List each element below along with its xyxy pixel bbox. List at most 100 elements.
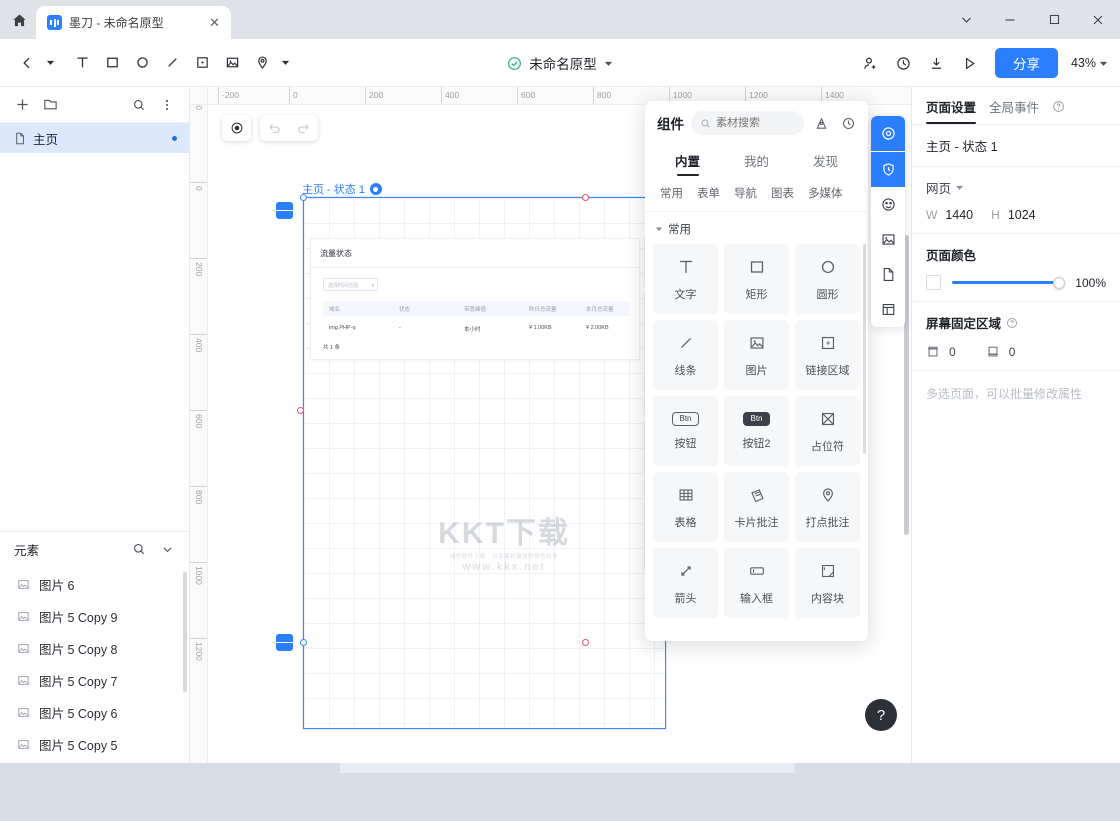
chevron-down-icon[interactable] bbox=[155, 537, 179, 561]
artboard[interactable]: 流量状态 选择时间范围 ▾ 域名 状态 带宽峰值 昨日总流量 本月总流量 img… bbox=[303, 197, 704, 729]
rail-image-icon[interactable] bbox=[871, 222, 905, 257]
component-table[interactable]: 表格 bbox=[653, 472, 718, 542]
undo-icon[interactable] bbox=[260, 115, 289, 141]
artboard-handle-bottom-left[interactable] bbox=[276, 634, 294, 651]
minimize-button[interactable] bbox=[988, 0, 1032, 39]
subtab-nav[interactable]: 导航 bbox=[729, 182, 762, 204]
artboard-label[interactable]: 主页 - 状态 1 bbox=[302, 181, 382, 197]
text-tool[interactable] bbox=[67, 48, 97, 78]
focus-target-icon[interactable] bbox=[222, 115, 251, 141]
sidebar-page-item-home[interactable]: 主页 bbox=[0, 123, 189, 153]
share-button[interactable]: 分享 bbox=[994, 48, 1058, 78]
tab-discover[interactable]: 发现 bbox=[791, 145, 860, 178]
list-item[interactable]: 图片 6 bbox=[0, 568, 189, 600]
subtab-common[interactable]: 常用 bbox=[655, 182, 688, 204]
components-scrollbar[interactable] bbox=[863, 244, 866, 454]
list-item[interactable]: 图片 5 Copy 6 bbox=[0, 696, 189, 728]
chevron-down-icon[interactable] bbox=[604, 59, 613, 68]
marker-tool[interactable] bbox=[247, 48, 277, 78]
marker-dropdown-chevron-down-icon[interactable] bbox=[277, 48, 294, 78]
slider-knob[interactable] bbox=[1053, 276, 1065, 289]
component-arrow[interactable]: 箭头 bbox=[653, 548, 718, 618]
subtab-chart[interactable]: 图表 bbox=[766, 182, 799, 204]
artboard-handle-top-left[interactable] bbox=[276, 202, 294, 219]
help-button[interactable]: ? bbox=[865, 699, 897, 731]
browser-tab[interactable]: 墨刀 - 未命名原型 ✕ bbox=[36, 6, 231, 39]
search-pages-icon[interactable] bbox=[127, 93, 151, 117]
invite-member-icon[interactable] bbox=[856, 48, 886, 78]
component-line[interactable]: 线条 bbox=[653, 320, 718, 390]
rail-interaction-icon[interactable] bbox=[871, 116, 905, 151]
rail-layout-icon[interactable] bbox=[871, 292, 905, 327]
resize-handle-sw[interactable] bbox=[300, 639, 307, 646]
page-more-icon[interactable] bbox=[155, 93, 179, 117]
device-type-select[interactable]: 网页 bbox=[926, 178, 1106, 197]
subtab-form[interactable]: 表单 bbox=[692, 182, 725, 204]
subtab-media[interactable]: 多媒体 bbox=[803, 182, 848, 204]
chevron-down-icon[interactable] bbox=[42, 48, 59, 78]
question-circle-icon[interactable] bbox=[1006, 317, 1018, 329]
redo-icon[interactable] bbox=[289, 115, 318, 141]
search-icon[interactable] bbox=[127, 537, 151, 561]
rectangle-tool[interactable] bbox=[97, 48, 127, 78]
tab-page-settings[interactable]: 页面设置 bbox=[926, 97, 977, 124]
preview-icon[interactable] bbox=[955, 48, 985, 78]
fixed-bottom-field[interactable]: 0 bbox=[986, 344, 1015, 359]
recent-component-icon[interactable] bbox=[838, 113, 858, 133]
resize-handle-nw[interactable] bbox=[300, 194, 307, 201]
component-image[interactable]: 图片 bbox=[724, 320, 789, 390]
zoom-control[interactable]: 43% bbox=[1071, 56, 1108, 70]
maximize-button[interactable] bbox=[1032, 0, 1076, 39]
width-field[interactable]: W 1440 bbox=[926, 208, 973, 222]
component-input[interactable]: 输入框 bbox=[724, 548, 789, 618]
elements-scrollbar[interactable] bbox=[183, 572, 187, 692]
height-field[interactable]: H 1024 bbox=[991, 208, 1035, 222]
question-circle-icon[interactable] bbox=[1052, 100, 1065, 113]
back-arrow-icon[interactable] bbox=[12, 48, 42, 78]
history-icon[interactable] bbox=[889, 48, 919, 78]
add-page-icon[interactable] bbox=[10, 93, 34, 117]
list-item[interactable]: 图片 5 Copy 7 bbox=[0, 664, 189, 696]
mock-select[interactable]: 选择时间范围 ▾ bbox=[323, 278, 378, 291]
opacity-slider[interactable] bbox=[952, 276, 1065, 290]
components-section-header[interactable]: 常用 bbox=[653, 212, 860, 244]
line-tool[interactable] bbox=[157, 48, 187, 78]
list-item[interactable]: 图片 5 Copy 8 bbox=[0, 632, 189, 664]
upload-component-icon[interactable] bbox=[811, 113, 831, 133]
component-content-block[interactable]: 内容块 bbox=[795, 548, 860, 618]
component-link-area[interactable]: 链接区域 bbox=[795, 320, 860, 390]
fixed-top-field[interactable]: 0 bbox=[926, 344, 956, 359]
color-swatch[interactable] bbox=[926, 275, 941, 290]
download-icon[interactable] bbox=[922, 48, 952, 78]
tab-search-icon[interactable] bbox=[944, 0, 988, 39]
rail-state-icon[interactable] bbox=[871, 152, 905, 187]
close-window-button[interactable] bbox=[1076, 0, 1120, 39]
component-circle[interactable]: 圆形 bbox=[795, 244, 860, 314]
rail-page-icon[interactable] bbox=[871, 257, 905, 292]
ellipse-tool[interactable] bbox=[127, 48, 157, 78]
tab-mine[interactable]: 我的 bbox=[722, 145, 791, 178]
list-item[interactable]: 图片 5 Copy 9 bbox=[0, 600, 189, 632]
component-pin-note[interactable]: 打点批注 bbox=[795, 472, 860, 542]
link-area-tool[interactable] bbox=[187, 48, 217, 78]
search-input[interactable] bbox=[716, 117, 795, 129]
component-card-note[interactable]: 卡片批注 bbox=[724, 472, 789, 542]
component-search-box[interactable] bbox=[691, 111, 804, 135]
document-title[interactable]: 未命名原型 bbox=[507, 53, 613, 73]
component-placeholder[interactable]: 占位符 bbox=[795, 396, 860, 466]
component-rectangle[interactable]: 矩形 bbox=[724, 244, 789, 314]
list-item[interactable]: 图片 5 Copy 5 bbox=[0, 728, 189, 760]
home-icon[interactable] bbox=[2, 4, 36, 36]
tab-builtin[interactable]: 内置 bbox=[653, 145, 722, 178]
chevron-down-icon[interactable] bbox=[1099, 59, 1108, 68]
close-icon[interactable]: ✕ bbox=[206, 14, 223, 31]
resize-handle-s[interactable] bbox=[582, 639, 589, 646]
resize-handle-n[interactable] bbox=[582, 194, 589, 201]
component-text[interactable]: 文字 bbox=[653, 244, 718, 314]
component-button2[interactable]: Btn 按钮2 bbox=[724, 396, 789, 466]
image-tool[interactable] bbox=[217, 48, 247, 78]
rail-emoji-icon[interactable] bbox=[871, 187, 905, 222]
component-button[interactable]: Btn 按钮 bbox=[653, 396, 718, 466]
tab-global-events[interactable]: 全局事件 bbox=[989, 97, 1039, 124]
add-folder-icon[interactable] bbox=[38, 93, 62, 117]
